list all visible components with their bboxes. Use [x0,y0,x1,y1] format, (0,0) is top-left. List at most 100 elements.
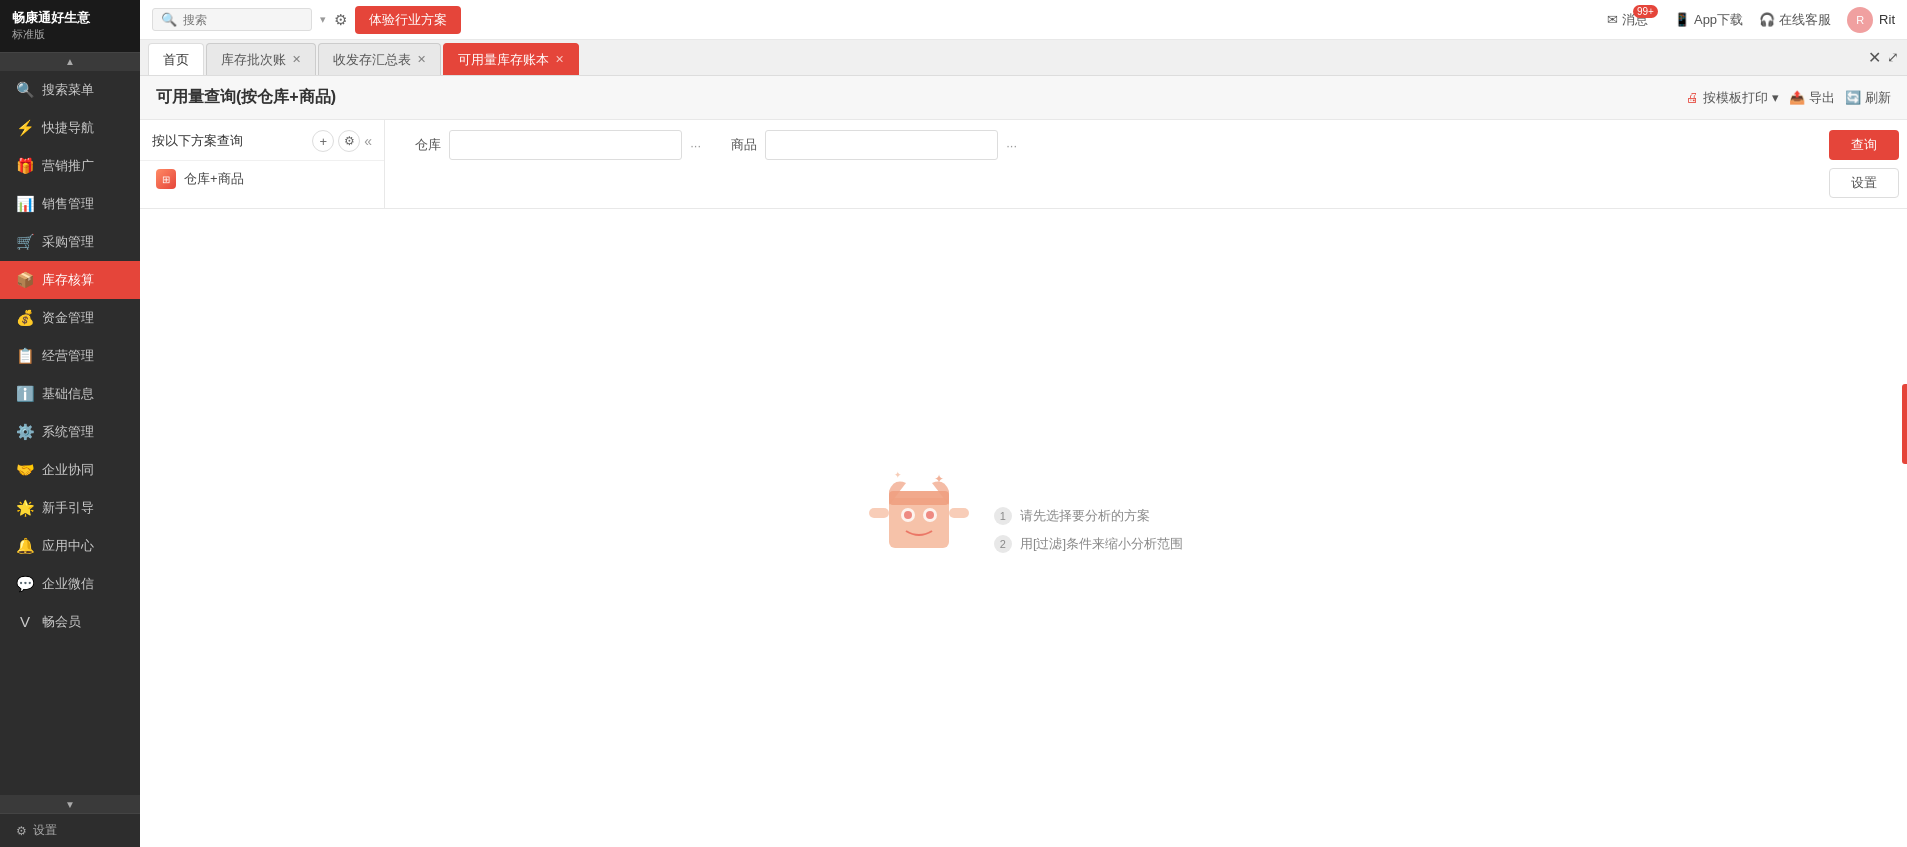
tab-label-collect-summary: 收发存汇总表 [333,51,411,69]
settings-scheme-button[interactable]: ⚙ [338,130,360,152]
sidebar-item-wechat[interactable]: 💬 企业微信 [0,565,140,603]
online-service-label: 在线客服 [1779,11,1831,29]
sidebar-scroll-up[interactable]: ▲ [0,53,140,71]
filter-warehouse: 仓库 ··· [401,130,701,160]
operations-nav-icon: 📋 [16,347,34,365]
refresh-button[interactable]: 🔄 刷新 [1845,89,1891,107]
sidebar: 畅康通好生意 标准版 ▲ 🔍 搜索菜单 ⚡ 快捷导航 🎁 营销推广 📊 销售管理… [0,0,140,847]
empty-illustration: ✦ ✦ [864,453,974,563]
brand-name: 畅康通好生意 [12,10,128,27]
message-badge: 99+ [1633,5,1658,18]
template-print-chevron: ▾ [1772,90,1779,105]
sidebar-footer-settings[interactable]: ⚙ 设置 [0,813,140,847]
tab-close-window-button[interactable]: ✕ [1868,48,1881,67]
hint-num-2: 2 [994,535,1012,553]
sidebar-item-basic[interactable]: ℹ️ 基础信息 [0,375,140,413]
scheme-item-label: 仓库+商品 [184,170,244,188]
sidebar-item-newbie[interactable]: 🌟 新手引导 [0,489,140,527]
sidebar-item-marketing[interactable]: 🎁 营销推广 [0,147,140,185]
filter-row-1: 仓库 ··· 商品 ··· [401,130,1805,160]
collapse-scheme-button[interactable]: « [364,133,372,149]
tab-bar: 首页库存批次账✕收发存汇总表✕可用量库存账本✕ ✕ ⤢ [140,40,1907,76]
template-print-button[interactable]: 🖨 按模板打印 ▾ [1686,89,1779,107]
sidebar-item-app[interactable]: 🔔 应用中心 [0,527,140,565]
query-button[interactable]: 查询 [1829,130,1899,160]
message-icon: ✉ [1607,12,1618,27]
user-name: Rit [1879,12,1895,27]
search-box[interactable]: 🔍 [152,8,312,31]
tab-batch-ledger[interactable]: 库存批次账✕ [206,43,316,75]
sidebar-item-operations[interactable]: 📋 经营管理 [0,337,140,375]
search-chevron-icon[interactable]: ▾ [320,13,326,26]
purchase-nav-icon: 🛒 [16,233,34,251]
scheme-item-warehouse-goods[interactable]: ⊞ 仓库+商品 [140,161,384,197]
tab-collect-summary[interactable]: 收发存汇总表 ✕ [318,43,441,75]
tab-close-batch-ledger[interactable]: ✕ [292,53,301,66]
refresh-label: 刷新 [1865,89,1891,107]
add-scheme-button[interactable]: + [312,130,334,152]
filter-goods: 商品 ··· [717,130,1017,160]
tab-bar-right: ✕ ⤢ [1868,43,1899,75]
user-menu[interactable]: R Rit [1847,7,1895,33]
inventory-nav-icon: 📦 [16,271,34,289]
sidebar-item-purchase[interactable]: 🛒 采购管理 [0,223,140,261]
gear-icon: ⚙ [16,824,27,838]
avatar: R [1847,7,1873,33]
tab-close-collect-summary[interactable]: ✕ [417,53,426,66]
svg-rect-7 [949,508,969,518]
sidebar-footer-label: 设置 [33,822,57,839]
sidebar-item-label-funds: 资金管理 [42,309,94,327]
filter-area: 仓库 ··· 商品 ··· [385,120,1821,208]
page-title: 可用量查询(按仓库+商品) [156,87,336,108]
online-service-button[interactable]: 🎧 在线客服 [1759,11,1831,29]
sidebar-item-search[interactable]: 🔍 搜索菜单 [0,71,140,109]
export-button[interactable]: 📤 导出 [1789,89,1835,107]
settings-button[interactable]: 设置 [1829,168,1899,198]
sidebar-item-label-basic: 基础信息 [42,385,94,403]
hint-text-1: 请先选择要分析的方案 [1020,507,1150,525]
app-download-button[interactable]: 📱 App下载 [1674,11,1743,29]
shortcut-nav-icon: ⚡ [16,119,34,137]
hint-item-2: 2 用[过滤]条件来缩小分析范围 [994,535,1183,553]
sidebar-item-label-operations: 经营管理 [42,347,94,365]
sidebar-item-sales[interactable]: 📊 销售管理 [0,185,140,223]
search-input[interactable] [183,13,283,27]
warehouse-filter-input[interactable] [449,130,682,160]
tab-available-ledger[interactable]: 可用量库存账本✕ [443,43,579,75]
sidebar-item-enterprise[interactable]: 🤝 企业协同 [0,451,140,489]
message-button[interactable]: ✉ 消息 99+ [1607,11,1648,29]
sidebar-item-label-wechat: 企业微信 [42,575,94,593]
phone-icon: 📱 [1674,12,1690,27]
brand-sub: 标准版 [12,27,128,42]
sidebar-item-funds[interactable]: 💰 资金管理 [0,299,140,337]
sidebar-item-shortcut[interactable]: ⚡ 快捷导航 [0,109,140,147]
warehouse-more-button[interactable]: ··· [690,138,701,153]
settings-icon[interactable]: ⚙ [334,11,347,29]
sidebar-item-system[interactable]: ⚙️ 系统管理 [0,413,140,451]
sidebar-item-member[interactable]: V 畅会员 [0,603,140,641]
sidebar-item-label-inventory: 库存核算 [42,271,94,289]
top-bar-right: ✉ 消息 99+ 📱 App下载 🎧 在线客服 R Rit [1607,7,1895,33]
scheme-header-icons: + ⚙ « [312,130,372,152]
search-icon: 🔍 [161,12,177,27]
goods-filter-input[interactable] [765,130,998,160]
export-icon: 📤 [1789,90,1805,105]
warehouse-filter-label: 仓库 [401,136,441,154]
headset-icon: 🎧 [1759,12,1775,27]
svg-point-5 [926,511,934,519]
scheme-panel: 按以下方案查询 + ⚙ « ⊞ 仓库+商品 [140,120,385,208]
empty-icon-area: ✦ ✦ 1 请先选择要分析的方案 2 用[过滤]条件来缩小分析范围 [864,453,1183,563]
svg-text:✦: ✦ [894,470,902,480]
trial-industry-button[interactable]: 体验行业方案 [355,6,461,34]
sidebar-item-inventory[interactable]: 📦 库存核算 [0,261,140,299]
sidebar-item-label-sales: 销售管理 [42,195,94,213]
main-area: 🔍 ▾ ⚙ 体验行业方案 ✉ 消息 99+ 📱 App下载 🎧 在线客服 R R… [140,0,1907,847]
sidebar-item-label-enterprise: 企业协同 [42,461,94,479]
basic-nav-icon: ℹ️ [16,385,34,403]
tab-close-available-ledger[interactable]: ✕ [555,53,564,66]
goods-more-button[interactable]: ··· [1006,138,1017,153]
sidebar-scroll-down[interactable]: ▼ [0,795,140,813]
tab-home[interactable]: 首页 [148,43,204,75]
svg-text:✦: ✦ [934,472,944,486]
tab-expand-button[interactable]: ⤢ [1887,49,1899,65]
